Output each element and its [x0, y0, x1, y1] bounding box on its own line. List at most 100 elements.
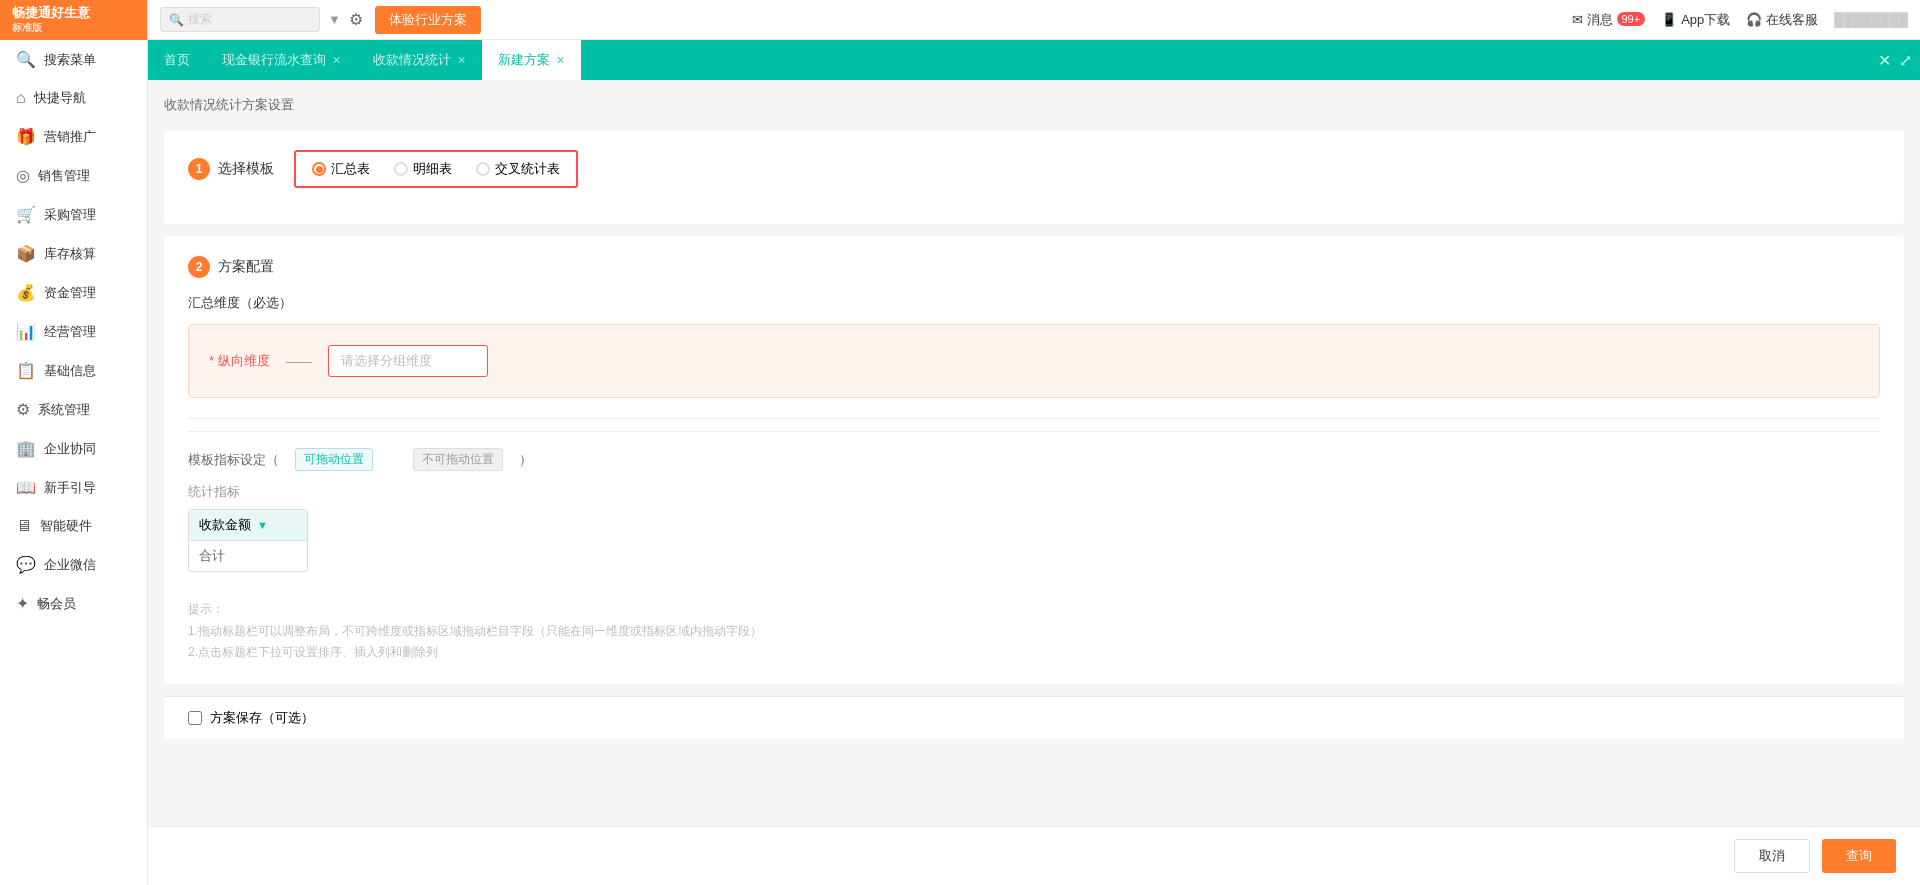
guide-icon: 📖 [16, 478, 36, 497]
sidebar-purchase-label: 采购管理 [44, 206, 96, 224]
metrics-label-row: 模板指标设定（ 可拖动位置 不可拖动位置 ） [188, 448, 1880, 471]
dimension-arrow-icon: —— [286, 354, 312, 369]
tips: 提示： 1.拖动标题栏可以调整布局，不可跨维度或指标区域拖动栏目字段（只能在同一… [188, 599, 1880, 664]
user-item[interactable]: ████████ [1834, 12, 1908, 27]
sidebar-item-member[interactable]: ✦ 畅会员 [0, 584, 147, 623]
message-badge: 99+ [1617, 12, 1646, 26]
system-icon: ⚙ [16, 400, 30, 419]
topbar: 🔍 搜索 ▼ ⚙ 体验行业方案 ✉ 消息 99+ 📱 App下载 🎧 在线客服 … [148, 0, 1920, 40]
radio-summary[interactable]: 汇总表 [312, 160, 370, 178]
message-icon: ✉ [1572, 12, 1583, 27]
radio-cross[interactable]: 交叉统计表 [476, 160, 560, 178]
sidebar-inventory-label: 库存核算 [44, 245, 96, 263]
content-area: 收款情况统计方案设置 1 选择模板 汇总表 明细表 [148, 80, 1920, 826]
tab-home[interactable]: 首页 [148, 40, 206, 80]
step2-body: 汇总维度（必选） * 纵向维度 —— 请选择分组维度 模板指标设定（ 可拖动位置 [188, 294, 1880, 664]
tab-newplan-label: 新建方案 [498, 51, 550, 69]
sidebar-basic-label: 基础信息 [44, 362, 96, 380]
sidebar-item-inventory[interactable]: 📦 库存核算 [0, 234, 147, 273]
sales-icon: ◎ [16, 166, 30, 185]
tabbar: 首页 现金银行流水查询 ✕ 收款情况统计 ✕ 新建方案 ✕ ✕ ⤢ [148, 40, 1920, 80]
sidebar-item-basic[interactable]: 📋 基础信息 [0, 351, 147, 390]
sidebar: 畅捷通好生意 标准版 🔍 搜索菜单 ⌂ 快捷导航 🎁 营销推广 ◎ 销售管理 🛒… [0, 0, 148, 885]
sidebar-item-hardware[interactable]: 🖥 智能硬件 [0, 507, 147, 545]
settings-icon[interactable]: ⚙ [349, 10, 363, 29]
download-label: App下载 [1681, 11, 1730, 29]
footer-save-area: 方案保存（可选） [164, 696, 1904, 739]
radio-summary-circle [312, 162, 326, 176]
sidebar-item-guide[interactable]: 📖 新手引导 [0, 468, 147, 507]
purchase-icon: 🛒 [16, 205, 36, 224]
sidebar-item-finance[interactable]: 💰 资金管理 [0, 273, 147, 312]
chip-dropdown-icon[interactable]: ▼ [257, 519, 268, 531]
tab-home-label: 首页 [164, 51, 190, 69]
step1-row: 1 选择模板 汇总表 明细表 交叉统计表 [188, 150, 1880, 188]
enterprise-icon: 🏢 [16, 439, 36, 458]
user-label: ████████ [1834, 12, 1908, 27]
dimension-box: * 纵向维度 —— 请选择分组维度 [188, 324, 1880, 398]
download-icon: 📱 [1661, 12, 1677, 27]
radio-cross-circle [476, 162, 490, 176]
inventory-icon: 📦 [16, 244, 36, 263]
radio-detail[interactable]: 明细表 [394, 160, 452, 178]
tab-cashflow-close-icon[interactable]: ✕ [332, 54, 341, 67]
sidebar-item-sales[interactable]: ◎ 销售管理 [0, 156, 147, 195]
sidebar-item-wechat[interactable]: 💬 企业微信 [0, 545, 147, 584]
radio-detail-circle [394, 162, 408, 176]
trial-button[interactable]: 体验行业方案 [375, 6, 481, 34]
sidebar-item-quicknav[interactable]: ⌂ 快捷导航 [0, 79, 147, 117]
tab-receipt[interactable]: 收款情况统计 ✕ [357, 40, 482, 80]
cancel-button[interactable]: 取消 [1734, 839, 1810, 873]
sidebar-wechat-label: 企业微信 [44, 556, 96, 574]
sidebar-item-search[interactable]: 🔍 搜索菜单 [0, 40, 147, 79]
sidebar-item-operation[interactable]: 📊 经营管理 [0, 312, 147, 351]
dimension-placeholder: 请选择分组维度 [341, 352, 432, 370]
sidebar-system-label: 系统管理 [38, 401, 90, 419]
sidebar-item-marketing[interactable]: 🎁 营销推广 [0, 117, 147, 156]
home-icon: ⌂ [16, 89, 26, 107]
metrics-table-header: 收款金额 ▼ [189, 510, 307, 541]
tabbar-actions: ✕ ⤢ [1878, 40, 1920, 80]
query-button[interactable]: 查询 [1822, 839, 1896, 873]
sidebar-logo: 畅捷通好生意 标准版 [0, 0, 147, 40]
app-sub: 标准版 [12, 21, 90, 35]
sidebar-item-system[interactable]: ⚙ 系统管理 [0, 390, 147, 429]
sidebar-guide-label: 新手引导 [44, 479, 96, 497]
sidebar-enterprise-label: 企业协同 [44, 440, 96, 458]
radio-detail-label: 明细表 [413, 160, 452, 178]
step2-label: 方案配置 [218, 258, 274, 276]
sidebar-finance-label: 资金管理 [44, 284, 96, 302]
undraggable-tag: 不可拖动位置 [413, 448, 503, 471]
radio-cross-label: 交叉统计表 [495, 160, 560, 178]
tip-item-2: 2.点击标题栏下拉可设置排序、插入列和删除列 [188, 642, 1880, 664]
close-window-icon[interactable]: ✕ [1878, 51, 1891, 70]
basic-icon: 📋 [16, 361, 36, 380]
tab-receipt-close-icon[interactable]: ✕ [457, 54, 466, 67]
step2-row: 2 方案配置 [188, 256, 1880, 278]
divider [188, 418, 1880, 419]
tab-cashflow[interactable]: 现金银行流水查询 ✕ [206, 40, 357, 80]
step1-card: 1 选择模板 汇总表 明细表 交叉统计表 [164, 130, 1904, 224]
topbar-search[interactable]: 🔍 搜索 [160, 7, 320, 32]
subsection-title: 汇总维度（必选） [188, 294, 1880, 312]
service-item[interactable]: 🎧 在线客服 [1746, 11, 1818, 29]
maximize-icon[interactable]: ⤢ [1899, 51, 1912, 70]
sidebar-item-purchase[interactable]: 🛒 采购管理 [0, 195, 147, 234]
marketing-icon: 🎁 [16, 127, 36, 146]
chip-label: 收款金额 [199, 516, 251, 534]
dimension-select[interactable]: 请选择分组维度 [328, 345, 488, 377]
sidebar-item-enterprise[interactable]: 🏢 企业协同 [0, 429, 147, 468]
sidebar-member-label: 畅会员 [37, 595, 76, 613]
metrics-label-text: 模板指标设定（ [188, 451, 279, 469]
save-checkbox[interactable] [188, 711, 202, 725]
download-item[interactable]: 📱 App下载 [1661, 11, 1730, 29]
radio-summary-label: 汇总表 [331, 160, 370, 178]
sidebar-marketing-label: 营销推广 [44, 128, 96, 146]
tab-newplan-close-icon[interactable]: ✕ [556, 54, 565, 67]
dropdown-arrow-icon[interactable]: ▼ [328, 12, 341, 27]
dimension-label: * 纵向维度 [209, 352, 270, 370]
step1-num: 1 [188, 158, 210, 180]
message-item[interactable]: ✉ 消息 99+ [1572, 11, 1646, 29]
draggable-tag: 可拖动位置 [295, 448, 373, 471]
tab-newplan[interactable]: 新建方案 ✕ [482, 40, 581, 80]
